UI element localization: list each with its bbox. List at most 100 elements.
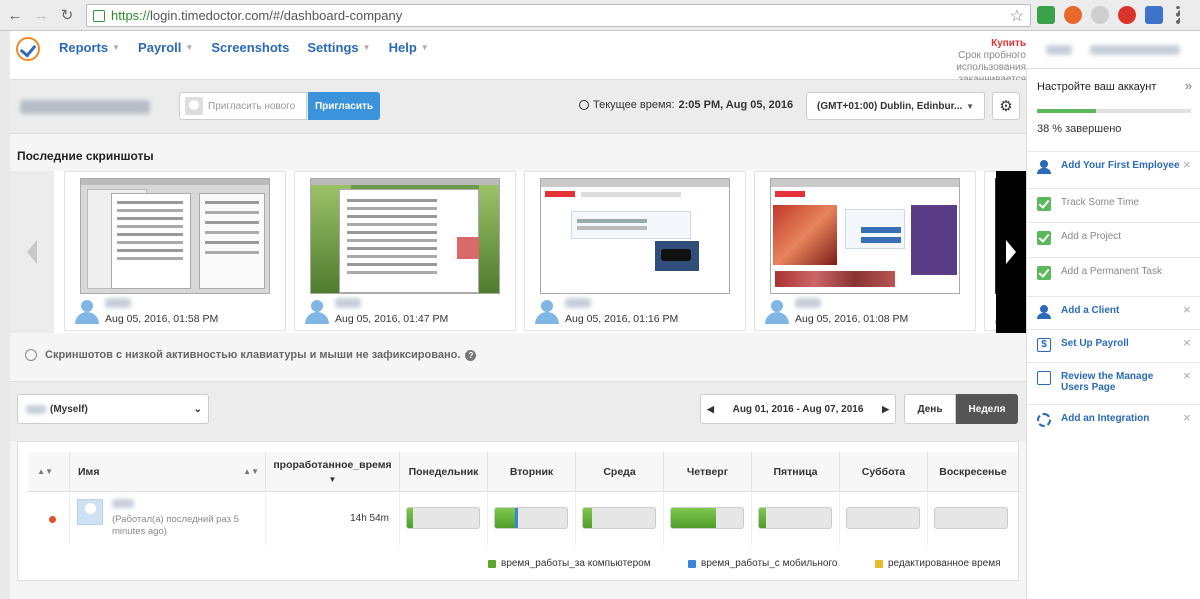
day-time-bar: [846, 507, 920, 529]
screenshot-card[interactable]: Aug 05, 2016, 01:16 PM: [524, 171, 746, 331]
day-time-bar: [494, 507, 568, 529]
user-name-blurred: [565, 298, 591, 308]
extension-icon[interactable]: [1145, 6, 1163, 24]
extension-icon[interactable]: [1064, 6, 1082, 24]
invite-input[interactable]: Пригласить нового: [179, 92, 307, 120]
date-range-value[interactable]: Aug 01, 2016 - Aug 07, 2016: [733, 404, 864, 415]
status-column-header[interactable]: ▲▼: [28, 452, 70, 492]
screenshot-date: Aug 05, 2016, 01:08 PM: [795, 313, 909, 325]
name-column-header[interactable]: Имя ▲▼: [70, 452, 266, 492]
task-add-project[interactable]: Add a Project: [1027, 222, 1200, 253]
extension-icon[interactable]: [1091, 6, 1109, 24]
menu-screenshots[interactable]: Screenshots: [211, 40, 289, 55]
screenshot-card[interactable]: Aug 05, 2016, 01:58 PM: [64, 171, 286, 331]
trial-text: Срок пробного: [958, 50, 1026, 61]
sort-icon: ▲▼: [243, 467, 259, 476]
adblock-icon[interactable]: [1118, 6, 1136, 24]
wednesday-cell[interactable]: [576, 493, 664, 545]
forward-icon[interactable]: →: [30, 4, 52, 26]
collapse-chevron-icon[interactable]: »: [1185, 78, 1192, 93]
prev-week-arrow-icon[interactable]: ◀: [707, 404, 714, 415]
menu-settings[interactable]: Settings ▼: [307, 40, 370, 55]
next-week-arrow-icon[interactable]: ▶: [882, 404, 889, 415]
setup-title: Настройте ваш аккаунт: [1037, 81, 1157, 93]
tuesday-cell[interactable]: [488, 493, 576, 545]
screenshot-card[interactable]: Aug 05, 2016, 01:47 PM: [294, 171, 516, 331]
user-avatar-icon: [303, 298, 331, 326]
thursday-cell[interactable]: [664, 493, 752, 545]
employee-cell[interactable]: (Работал(а) последний раз 5 minutes ago): [70, 493, 266, 545]
close-icon[interactable]: ×: [1183, 158, 1193, 171]
menu-reports[interactable]: Reports ▼: [59, 40, 120, 55]
screenshot-thumbnail[interactable]: [310, 178, 500, 294]
week-view-button[interactable]: Неделя: [956, 394, 1018, 424]
computer-time-fill: [671, 508, 716, 528]
chevron-down-icon: ▼: [112, 43, 121, 52]
close-icon[interactable]: ×: [1183, 411, 1193, 424]
account-menu[interactable]: [1026, 31, 1200, 69]
buy-link[interactable]: Купить: [946, 38, 1026, 50]
screenshot-meta: Aug 05, 2016, 01:16 PM: [533, 298, 743, 328]
task-track-time[interactable]: Track Some Time: [1027, 188, 1200, 219]
sunday-cell[interactable]: [928, 493, 1018, 545]
user-name-blurred: [795, 298, 821, 308]
screenshot-thumbnail[interactable]: [770, 178, 960, 294]
user-select[interactable]: (Myself) ⌄: [17, 394, 209, 424]
legend-mobile: время_работы_с мобильного: [688, 558, 837, 569]
day-time-bar: [670, 507, 744, 529]
user-select-value: (Myself): [50, 403, 88, 415]
computer-time-fill: [583, 508, 592, 528]
friday-cell[interactable]: [752, 493, 840, 545]
saturday-cell[interactable]: [840, 493, 928, 545]
back-icon[interactable]: ←: [4, 4, 26, 26]
task-set-up-payroll[interactable]: $ Set Up Payroll ×: [1027, 329, 1200, 360]
sort-desc-icon: ▼: [328, 475, 337, 484]
help-icon[interactable]: ?: [465, 349, 477, 361]
close-icon[interactable]: ×: [1183, 303, 1193, 316]
task-add-employee[interactable]: Add Your First Employee ×: [1027, 151, 1200, 182]
monday-cell[interactable]: [400, 493, 488, 545]
carousel-next-arrow-icon[interactable]: [996, 171, 1026, 333]
invite-button[interactable]: Пригласить: [308, 92, 380, 120]
low-activity-note: Скриншотов с низкой активностью клавиату…: [25, 349, 477, 361]
task-add-client[interactable]: Add a Client ×: [1027, 296, 1200, 327]
employee-name-blurred[interactable]: [112, 499, 134, 508]
task-review-manage-users[interactable]: Review the Manage Users Page ×: [1027, 362, 1200, 401]
screenshots-title: Последние скриншоты: [17, 149, 154, 163]
setup-panel: Настройте ваш аккаунт » 38 % завершено A…: [1026, 69, 1200, 599]
timedoctor-logo-icon[interactable]: [16, 37, 40, 61]
header-label: Имя: [78, 465, 100, 478]
reload-icon[interactable]: ↻: [56, 4, 78, 26]
timezone-select[interactable]: (GMT+01:00) Dublin, Edinbur... ▼: [806, 92, 985, 120]
task-add-permanent-task[interactable]: Add a Permanent Task: [1027, 257, 1200, 288]
menu-icon[interactable]: [1176, 6, 1180, 24]
extension-icon[interactable]: [1037, 6, 1055, 24]
task-label: Review the Manage Users Page: [1061, 371, 1154, 393]
menu-help[interactable]: Help ▼: [389, 40, 429, 55]
screenshot-thumbnail[interactable]: [540, 178, 730, 294]
status-cell: [28, 493, 70, 545]
user-icon: [1037, 305, 1051, 319]
screenshot-thumbnail[interactable]: [80, 178, 270, 294]
close-icon[interactable]: ×: [1183, 369, 1193, 382]
carousel-prev-arrow-icon[interactable]: [10, 171, 54, 333]
task-add-integration[interactable]: Add an Integration ×: [1027, 404, 1200, 435]
menu-payroll[interactable]: Payroll ▼: [138, 40, 193, 55]
integration-icon: [1037, 413, 1051, 427]
bookmark-star-icon[interactable]: ☆: [1010, 6, 1024, 26]
worked-cell: 14h 54m: [266, 493, 400, 545]
app-header: Reports ▼ Payroll ▼ Screenshots Settings ▼ …: [10, 31, 1026, 97]
worked-column-header[interactable]: проработанное_время ▼: [266, 452, 400, 492]
screenshot-card[interactable]: Aug 05, 2016, 01:08 PM: [754, 171, 976, 331]
avatar: [77, 499, 103, 525]
screenshot-date: Aug 05, 2016, 01:58 PM: [105, 313, 219, 325]
header-label: проработанное_время: [273, 459, 392, 471]
day-time-bar: [582, 507, 656, 529]
dashboard-main: Пригласить нового Пригласить Текущее вре…: [10, 80, 1026, 599]
mobile-time-fill: [515, 508, 519, 528]
day-view-button[interactable]: День: [904, 394, 956, 424]
gear-icon[interactable]: ⚙: [992, 92, 1020, 120]
user-name-blurred: [26, 404, 46, 414]
close-icon[interactable]: ×: [1183, 336, 1193, 349]
address-bar[interactable]: https://login.timedoctor.com/#/dashboard…: [86, 4, 1031, 27]
